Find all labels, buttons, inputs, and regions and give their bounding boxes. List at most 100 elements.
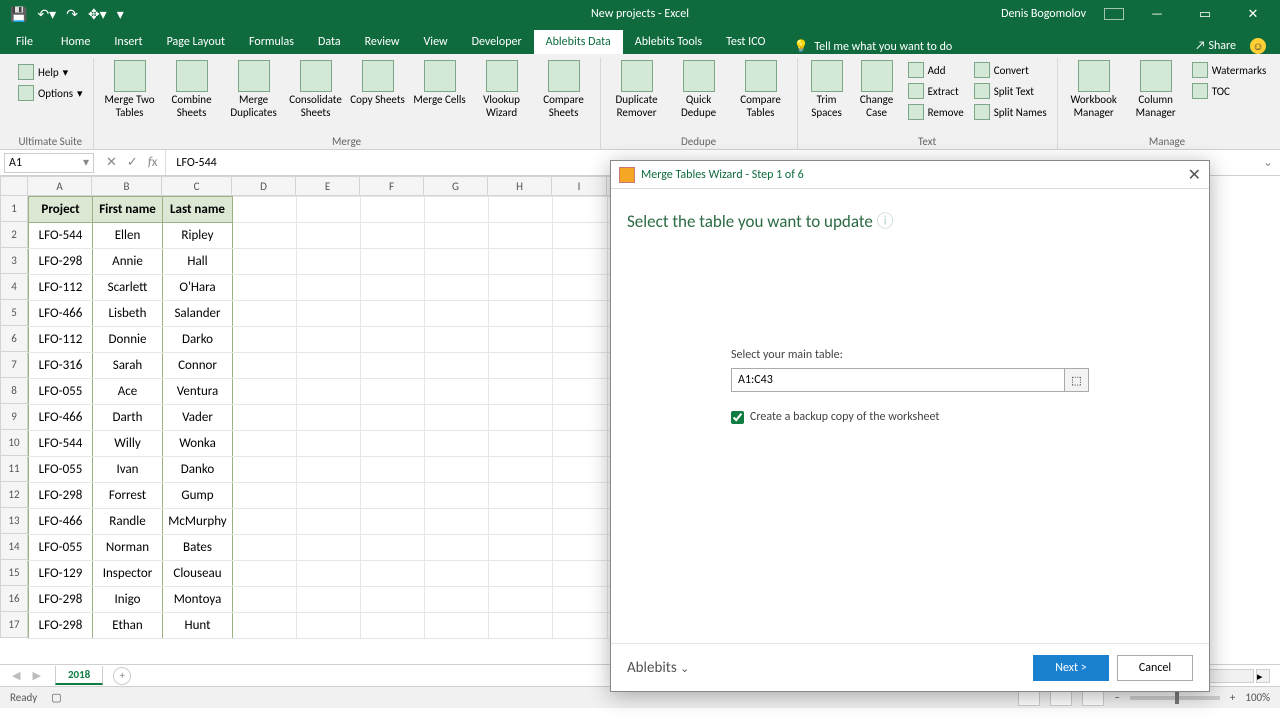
- add-sheet-button[interactable]: +: [113, 667, 131, 685]
- extract-button[interactable]: Extract: [904, 81, 968, 101]
- column-header[interactable]: C: [162, 176, 232, 196]
- data-cell[interactable]: Salander: [163, 301, 233, 327]
- row-header[interactable]: 15: [0, 560, 28, 586]
- remove-button[interactable]: Remove: [904, 102, 968, 122]
- row-header[interactable]: 2: [0, 222, 28, 248]
- row-header[interactable]: 8: [0, 378, 28, 404]
- data-cell[interactable]: LFO-298: [29, 249, 93, 275]
- data-cell[interactable]: Forrest: [93, 483, 163, 509]
- dialog-brand[interactable]: Ablebits ⌄: [627, 659, 689, 677]
- expand-formula-bar-icon[interactable]: ⌄: [1260, 155, 1276, 170]
- formula-value[interactable]: LFO-544: [172, 156, 216, 170]
- dialog-title-bar[interactable]: Merge Tables Wizard - Step 1 of 6 ✕: [611, 161, 1209, 189]
- data-cell[interactable]: Ellen: [93, 223, 163, 249]
- data-cell[interactable]: LFO-298: [29, 587, 93, 613]
- column-header[interactable]: F: [360, 176, 424, 196]
- tab-review[interactable]: Review: [353, 30, 412, 54]
- data-cell[interactable]: LFO-466: [29, 509, 93, 535]
- consolidate-sheets-button[interactable]: Consolidate Sheets: [286, 58, 346, 121]
- dialog-close-button[interactable]: ✕: [1188, 165, 1201, 185]
- sheet-tab-active[interactable]: 2018: [55, 666, 103, 685]
- data-cell[interactable]: Inspector: [93, 561, 163, 587]
- row-header[interactable]: 4: [0, 274, 28, 300]
- quick-dedupe-button[interactable]: Quick Dedupe: [669, 58, 729, 121]
- row-header[interactable]: 9: [0, 404, 28, 430]
- column-header[interactable]: A: [28, 176, 92, 196]
- next-button[interactable]: Next >: [1033, 655, 1109, 681]
- minimize-button[interactable]: —: [1142, 7, 1172, 22]
- change-case-button[interactable]: Change Case: [852, 58, 902, 121]
- duplicate-remover-button[interactable]: Duplicate Remover: [607, 58, 667, 121]
- row-header[interactable]: 12: [0, 482, 28, 508]
- data-cell[interactable]: Inigo: [93, 587, 163, 613]
- window-card-icon[interactable]: [1104, 8, 1124, 20]
- data-cell[interactable]: Ventura: [163, 379, 233, 405]
- cancel-button[interactable]: Cancel: [1117, 655, 1193, 681]
- data-cell[interactable]: McMurphy: [163, 509, 233, 535]
- data-cell[interactable]: Lisbeth: [93, 301, 163, 327]
- copy-sheets-button[interactable]: Copy Sheets: [348, 58, 408, 109]
- data-cell[interactable]: LFO-112: [29, 327, 93, 353]
- data-cell[interactable]: LFO-298: [29, 483, 93, 509]
- toc-button[interactable]: TOC: [1188, 81, 1271, 101]
- table-header-cell[interactable]: First name: [93, 197, 163, 223]
- row-header[interactable]: 13: [0, 508, 28, 534]
- data-cell[interactable]: Hunt: [163, 613, 233, 639]
- data-cell[interactable]: LFO-129: [29, 561, 93, 587]
- column-header[interactable]: G: [424, 176, 488, 196]
- data-cell[interactable]: LFO-316: [29, 353, 93, 379]
- range-picker-button[interactable]: ⬚: [1064, 369, 1088, 391]
- data-cell[interactable]: Donnie: [93, 327, 163, 353]
- data-cell[interactable]: Clouseau: [163, 561, 233, 587]
- column-manager-button[interactable]: Column Manager: [1126, 58, 1186, 121]
- data-cell[interactable]: LFO-466: [29, 301, 93, 327]
- zoom-slider[interactable]: [1130, 696, 1220, 700]
- column-header[interactable]: E: [296, 176, 360, 196]
- combine-sheets-button[interactable]: Combine Sheets: [162, 58, 222, 121]
- fx-icon[interactable]: fx: [148, 155, 158, 170]
- maximize-button[interactable]: ▭: [1190, 7, 1220, 22]
- tell-me[interactable]: 💡 Tell me what you want to do: [793, 39, 952, 54]
- data-cell[interactable]: Vader: [163, 405, 233, 431]
- feedback-icon[interactable]: ☺: [1250, 38, 1266, 54]
- data-cell[interactable]: Wonka: [163, 431, 233, 457]
- data-cell[interactable]: Gump: [163, 483, 233, 509]
- row-header[interactable]: 17: [0, 612, 28, 638]
- row-header[interactable]: 16: [0, 586, 28, 612]
- row-header[interactable]: 11: [0, 456, 28, 482]
- column-header[interactable]: D: [232, 176, 296, 196]
- tab-formulas[interactable]: Formulas: [237, 30, 306, 54]
- data-cell[interactable]: Annie: [93, 249, 163, 275]
- undo-icon[interactable]: ↶▾: [37, 6, 56, 23]
- split-text-button[interactable]: Split Text: [970, 81, 1051, 101]
- touch-mode-icon[interactable]: ✥▾: [88, 6, 107, 23]
- convert-button[interactable]: Convert: [970, 60, 1051, 80]
- add-text-button[interactable]: Add: [904, 60, 968, 80]
- trim-spaces-button[interactable]: Trim Spaces: [804, 58, 850, 121]
- redo-icon[interactable]: ↷: [66, 6, 78, 23]
- vlookup-wizard-button[interactable]: Vlookup Wizard: [472, 58, 532, 121]
- data-cell[interactable]: Ripley: [163, 223, 233, 249]
- cancel-entry-icon[interactable]: ✕: [106, 155, 117, 170]
- data-cell[interactable]: Danko: [163, 457, 233, 483]
- tab-home[interactable]: Home: [49, 30, 102, 54]
- data-cell[interactable]: LFO-055: [29, 379, 93, 405]
- customize-qat-icon[interactable]: ▾: [117, 6, 124, 23]
- table-header-cell[interactable]: Project: [29, 197, 93, 223]
- data-cell[interactable]: LFO-055: [29, 457, 93, 483]
- tab-file[interactable]: File: [0, 30, 49, 54]
- confirm-entry-icon[interactable]: ✓: [127, 155, 138, 170]
- data-cell[interactable]: Randle: [93, 509, 163, 535]
- table-header-cell[interactable]: Last name: [163, 197, 233, 223]
- data-cell[interactable]: Ethan: [93, 613, 163, 639]
- column-header[interactable]: I: [552, 176, 607, 196]
- help-hint-icon[interactable]: ⓘ: [877, 211, 894, 232]
- range-input[interactable]: [732, 369, 1064, 391]
- user-name[interactable]: Denis Bogomolov: [1001, 7, 1086, 21]
- row-header[interactable]: 6: [0, 326, 28, 352]
- data-cell[interactable]: Bates: [163, 535, 233, 561]
- data-cell[interactable]: Connor: [163, 353, 233, 379]
- data-cell[interactable]: Darth: [93, 405, 163, 431]
- row-header[interactable]: 5: [0, 300, 28, 326]
- merge-two-tables-button[interactable]: Merge Two Tables: [100, 58, 160, 121]
